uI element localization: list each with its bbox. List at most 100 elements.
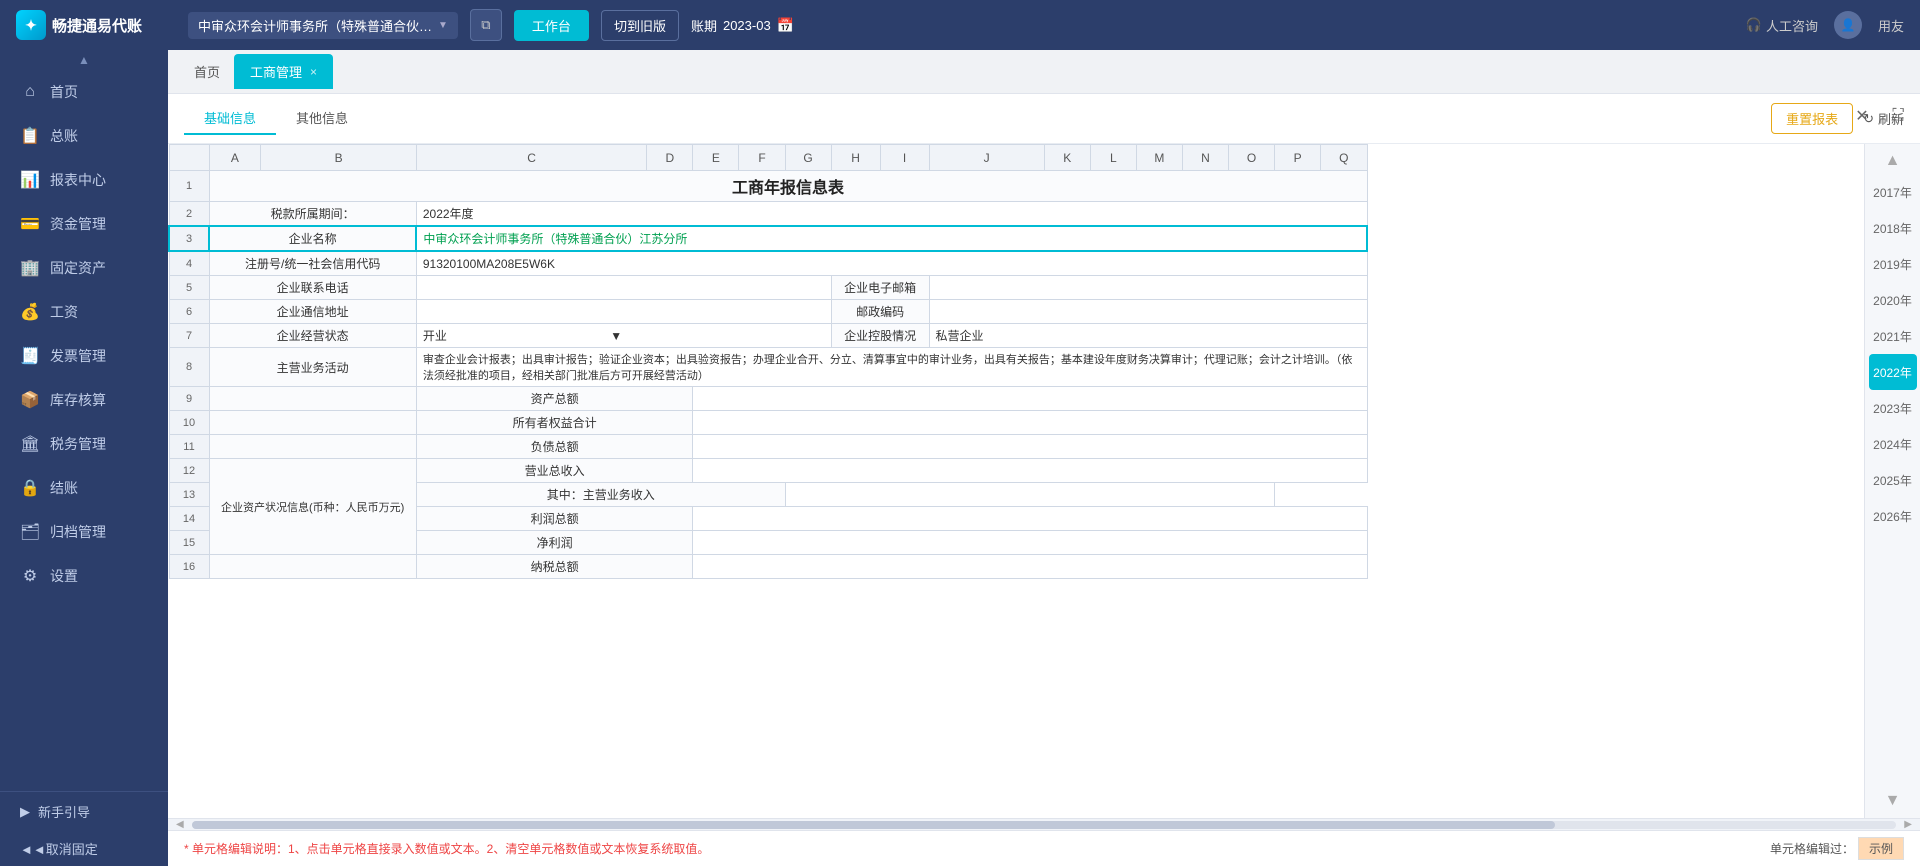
year-item-2026[interactable]: 2026年 bbox=[1869, 498, 1917, 534]
holding-label-cell: 企业控股情况 bbox=[831, 324, 929, 348]
year-scroll-down-button[interactable]: ▼ bbox=[1881, 788, 1905, 814]
sidebar-item-archive[interactable]: 🗂 归档管理 bbox=[0, 510, 168, 554]
col-header-m: M bbox=[1136, 145, 1182, 171]
phone-value-cell[interactable] bbox=[416, 276, 831, 300]
main-revenue-label: 其中：主营业务收入 bbox=[416, 483, 785, 507]
toolbar: 基础信息 其他信息 重置报表 ↻ 刷新 bbox=[168, 94, 1920, 144]
profit-total-value[interactable] bbox=[693, 507, 1367, 531]
company-label-cell: 企业名称 bbox=[209, 226, 416, 251]
tab-basic-label: 基础信息 bbox=[204, 111, 256, 126]
company-value-cell[interactable]: 中审众环会计师事务所（特殊普通合伙）江苏分所 bbox=[416, 226, 1367, 251]
tab-close-icon[interactable]: × bbox=[310, 65, 317, 79]
scroll-left-button[interactable]: ◀ bbox=[172, 819, 188, 830]
invoice-icon: 🧾 bbox=[20, 346, 40, 366]
sidebar-item-closing[interactable]: 🔒 结账 bbox=[0, 466, 168, 510]
net-profit-value[interactable] bbox=[693, 531, 1367, 555]
finance-icon: 💳 bbox=[20, 214, 40, 234]
postal-value-cell[interactable] bbox=[929, 300, 1367, 324]
year-item-2020[interactable]: 2020年 bbox=[1869, 282, 1917, 318]
year-item-2017[interactable]: 2017年 bbox=[1869, 174, 1917, 210]
table-row: 16 纳税总额 bbox=[169, 555, 1367, 579]
example-area: 单元格编辑过： 示例 bbox=[1770, 837, 1904, 860]
holding-value-cell[interactable]: 私营企业 bbox=[929, 324, 1367, 348]
content-area: ✕ ⛶ 基础信息 其他信息 重置报表 ↻ 刷新 bbox=[168, 94, 1920, 866]
year-scroll-up-button[interactable]: ▲ bbox=[1881, 148, 1905, 174]
tab-home[interactable]: 首页 bbox=[184, 58, 230, 85]
scroll-track[interactable] bbox=[192, 821, 1897, 829]
liab-value[interactable] bbox=[693, 435, 1367, 459]
tab-gongshang[interactable]: 工商管理 × bbox=[234, 54, 333, 89]
sidebar-scroll-up[interactable]: ▲ bbox=[0, 50, 168, 70]
liab-group-label bbox=[209, 435, 416, 459]
equity-value[interactable] bbox=[693, 411, 1367, 435]
address-value-cell[interactable] bbox=[416, 300, 831, 324]
period-value-cell[interactable]: 2022年度 bbox=[416, 202, 1367, 227]
sidebar-item-finance[interactable]: 💳 资金管理 bbox=[0, 202, 168, 246]
support-button[interactable]: 🎧 人工咨询 bbox=[1746, 16, 1818, 35]
table-row: 1 工商年报信息表 bbox=[169, 171, 1367, 202]
row-num-2: 2 bbox=[169, 202, 209, 227]
reg-value-cell[interactable]: 91320100MA208E5W6K bbox=[416, 251, 1367, 276]
copy-button[interactable]: ⧉ bbox=[470, 9, 502, 41]
pin-button[interactable]: ◄◄取消固定 bbox=[0, 831, 168, 866]
status-value-cell[interactable]: 开业 ▼ bbox=[416, 324, 831, 348]
calendar-icon[interactable]: 📅 bbox=[777, 17, 794, 34]
business-value-cell[interactable]: 审查企业会计报表；出具审计报告；验证企业资本；出具验资报告；办理企业合开、分立、… bbox=[416, 348, 1367, 387]
newbie-icon: ▶ bbox=[20, 804, 30, 820]
sidebar-item-assets[interactable]: 🏢 固定资产 bbox=[0, 246, 168, 290]
topbar-right: 🎧 人工咨询 👤 用友 bbox=[1746, 11, 1904, 39]
sidebar-item-tax[interactable]: 🏛 税务管理 bbox=[0, 422, 168, 466]
workbench-button[interactable]: 工作台 bbox=[514, 10, 589, 41]
sidebar-label-reports: 报表中心 bbox=[50, 170, 106, 190]
tab-basic-info[interactable]: 基础信息 bbox=[184, 102, 276, 135]
col-header-f: F bbox=[739, 145, 785, 171]
assets-group-label bbox=[209, 387, 416, 411]
expand-window-button[interactable]: ⛶ bbox=[1884, 102, 1912, 130]
spreadsheet[interactable]: A B C D E F G H I J K L bbox=[168, 144, 1864, 818]
table-row: 11 负债总额 bbox=[169, 435, 1367, 459]
archive-icon: 🗂 bbox=[20, 522, 40, 542]
scroll-thumb[interactable] bbox=[192, 821, 1556, 829]
support-label: 人工咨询 bbox=[1766, 16, 1818, 35]
main-revenue-value[interactable] bbox=[785, 483, 1275, 507]
period-label: 账期 bbox=[691, 16, 717, 35]
table-row: 5 企业联系电话 企业电子邮箱 bbox=[169, 276, 1367, 300]
close-window-button[interactable]: ✕ bbox=[1848, 102, 1876, 130]
year-item-2019[interactable]: 2019年 bbox=[1869, 246, 1917, 282]
newbie-label: 新手引导 bbox=[38, 802, 90, 821]
sidebar: ▲ ⌂ 首页 📋 总账 📊 报表中心 💳 资金管理 🏢 固定资产 💰 工资 🧾 … bbox=[0, 50, 168, 866]
sidebar-item-invoice[interactable]: 🧾 发票管理 bbox=[0, 334, 168, 378]
sidebar-item-inventory[interactable]: 📦 库存核算 bbox=[0, 378, 168, 422]
horizontal-scrollbar[interactable]: ◀ ▶ bbox=[168, 818, 1920, 830]
sidebar-item-reports[interactable]: 📊 报表中心 bbox=[0, 158, 168, 202]
sidebar-item-home[interactable]: ⌂ 首页 bbox=[0, 70, 168, 114]
sidebar-item-ledger[interactable]: 📋 总账 bbox=[0, 114, 168, 158]
year-item-2025[interactable]: 2025年 bbox=[1869, 462, 1917, 498]
old-version-button[interactable]: 切到旧版 bbox=[601, 10, 679, 41]
col-header-i: I bbox=[880, 145, 929, 171]
row-num-1: 1 bbox=[169, 171, 209, 202]
tab-other-info[interactable]: 其他信息 bbox=[276, 102, 368, 135]
scroll-right-button[interactable]: ▶ bbox=[1900, 819, 1916, 830]
email-value-cell[interactable] bbox=[929, 276, 1367, 300]
sidebar-item-settings[interactable]: ⚙ 设置 bbox=[0, 554, 168, 598]
year-item-2024[interactable]: 2024年 bbox=[1869, 426, 1917, 462]
logo-icon: ✦ bbox=[16, 10, 46, 40]
profit-total-label: 利润总额 bbox=[416, 507, 693, 531]
total-assets-label: 资产总额 bbox=[416, 387, 693, 411]
year-item-2021[interactable]: 2021年 bbox=[1869, 318, 1917, 354]
year-item-2018[interactable]: 2018年 bbox=[1869, 210, 1917, 246]
newbie-guide-button[interactable]: ▶ 新手引导 bbox=[0, 792, 168, 831]
reset-report-button[interactable]: 重置报表 bbox=[1771, 103, 1853, 134]
row-num-14: 14 bbox=[169, 507, 209, 531]
sidebar-label-inventory: 库存核算 bbox=[50, 390, 106, 410]
year-item-2023[interactable]: 2023年 bbox=[1869, 390, 1917, 426]
tax-total-value[interactable] bbox=[693, 555, 1367, 579]
sidebar-item-payroll[interactable]: 💰 工资 bbox=[0, 290, 168, 334]
year-item-2022[interactable]: 2022年 bbox=[1869, 354, 1917, 390]
window-controls: ✕ ⛶ bbox=[1848, 102, 1912, 130]
company-selector[interactable]: 中审众环会计师事务所（特殊普通合伙… ▼ bbox=[188, 12, 458, 39]
revenue-total-value[interactable] bbox=[693, 459, 1367, 483]
total-assets-value[interactable] bbox=[693, 387, 1367, 411]
sheet-title-cell[interactable]: 工商年报信息表 bbox=[209, 171, 1367, 202]
